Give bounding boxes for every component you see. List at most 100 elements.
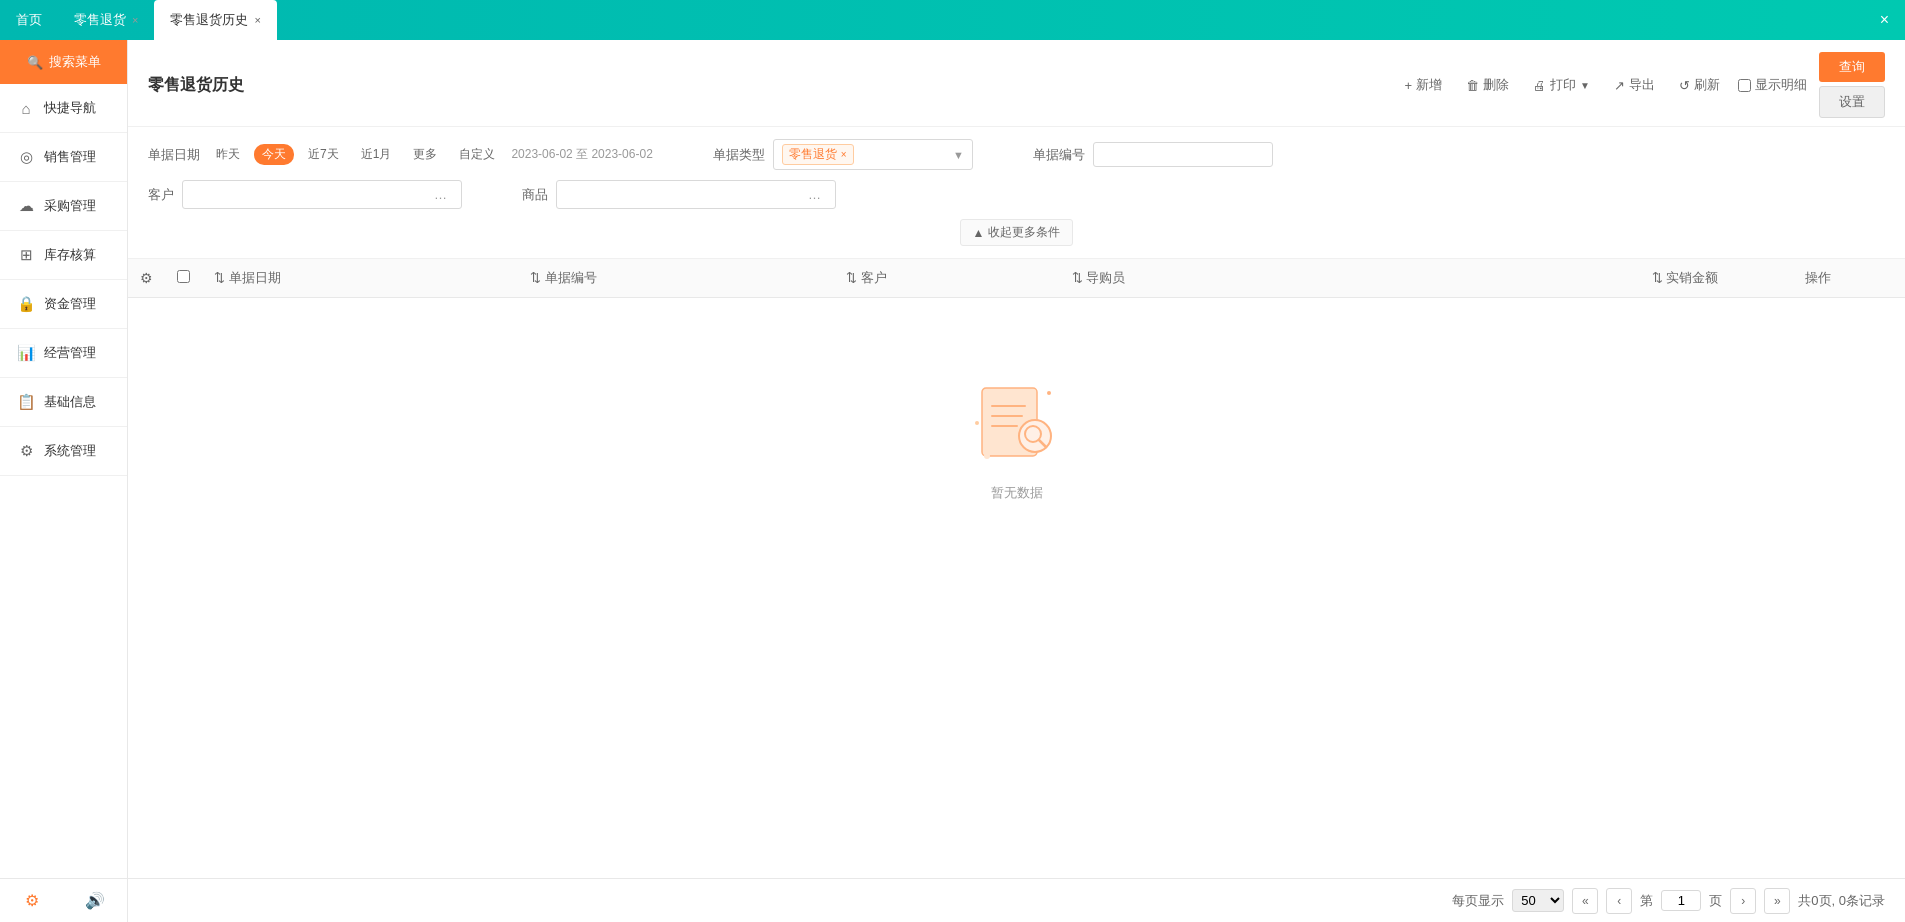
refresh-button[interactable]: ↺ 刷新	[1673, 72, 1726, 98]
page-size-select[interactable]: 20 50 100 200	[1512, 889, 1564, 912]
doc-number-input[interactable]	[1093, 142, 1273, 167]
sidebar-item-purchase-mgmt-label: 采购管理	[44, 197, 96, 215]
new-icon: +	[1405, 78, 1413, 93]
table-col-customer[interactable]: ⇅ 客户	[834, 259, 1059, 298]
refresh-icon: ↺	[1679, 78, 1690, 93]
volume-icon: 🔊	[85, 891, 105, 910]
date-pill-last-month[interactable]: 近1月	[353, 144, 400, 165]
tab-retail-return-history[interactable]: 零售退货历史 ×	[154, 0, 276, 40]
page-prev-button[interactable]: ‹	[1606, 888, 1632, 914]
settings-button[interactable]: 设置	[1819, 86, 1885, 118]
sidebar-item-basic-info[interactable]: 📋 基础信息	[0, 378, 127, 427]
sidebar-item-purchase-mgmt[interactable]: ☁ 采购管理	[0, 182, 127, 231]
page-next-button[interactable]: ›	[1730, 888, 1756, 914]
table-col-number[interactable]: ⇅ 单据编号	[518, 259, 834, 298]
filter-date: 单据日期 昨天 今天 近7天 近1月 更多 自定义 2023-06-02 至 2…	[148, 144, 653, 165]
customer-ellipsis-button[interactable]: …	[428, 185, 453, 204]
system-icon: ⚙	[16, 441, 36, 461]
page-label-after: 页	[1709, 892, 1722, 910]
inventory-icon: ⊞	[16, 245, 36, 265]
purchase-icon: ☁	[16, 196, 36, 216]
toolbar: + 新增 🗑 删除 🖨 打印 ▼ ↗ 导出 ↺ 刷新	[1399, 52, 1886, 118]
sidebar-settings-button[interactable]: ⚙	[0, 879, 64, 922]
filter-row-1: 单据日期 昨天 今天 近7天 近1月 更多 自定义 2023-06-02 至 2…	[148, 139, 1885, 170]
table-col-spacer	[1331, 259, 1415, 298]
page-input[interactable]	[1661, 890, 1701, 911]
table-col-amount-label: ⇅ 实销金额	[1652, 270, 1719, 285]
sidebar-search[interactable]: 🔍 搜索菜单	[0, 40, 127, 84]
new-button[interactable]: + 新增	[1399, 72, 1449, 98]
tab-retail-return-history-label: 零售退货历史	[170, 11, 248, 29]
window-close-button[interactable]: ×	[1880, 11, 1889, 29]
tab-retail-return[interactable]: 零售退货 ×	[58, 0, 154, 40]
sidebar-item-inventory-calc-label: 库存核算	[44, 246, 96, 264]
date-pill-custom[interactable]: 自定义	[451, 144, 503, 165]
top-bar: 首页 零售退货 × 零售退货历史 × ×	[0, 0, 1905, 40]
doc-type-tag: 零售退货 ×	[782, 144, 854, 165]
pagination-bar: 每页显示 20 50 100 200 « ‹ 第 页 › » 共0页, 0条记录	[128, 878, 1905, 922]
doc-type-tag-close[interactable]: ×	[841, 149, 847, 160]
date-pill-today[interactable]: 今天	[254, 144, 294, 165]
table-col-amount[interactable]: ⇅ 实销金额	[1414, 259, 1730, 298]
sidebar-item-sales-mgmt[interactable]: ◎ 销售管理	[0, 133, 127, 182]
customer-filter-label: 客户	[148, 186, 174, 204]
sidebar-item-quick-nav[interactable]: ⌂ 快捷导航	[0, 84, 127, 133]
show-detail-checkbox[interactable]	[1738, 79, 1751, 92]
print-icon: 🖨	[1533, 78, 1546, 93]
product-ellipsis-button[interactable]: …	[802, 185, 827, 204]
right-actions: 查询 设置	[1819, 52, 1885, 118]
table-col-action: 操作	[1731, 259, 1906, 298]
table-col-number-label: ⇅ 单据编号	[530, 270, 597, 285]
page-last-button[interactable]: »	[1764, 888, 1790, 914]
table-col-customer-label: ⇅ 客户	[846, 270, 887, 285]
search-icon: 🔍	[27, 55, 43, 70]
tab-home[interactable]: 首页	[0, 0, 58, 40]
page-title: 零售退货历史	[148, 75, 244, 96]
sidebar-item-system-mgmt[interactable]: ⚙ 系统管理	[0, 427, 127, 476]
main-content: 零售退货历史 + 新增 🗑 删除 🖨 打印 ▼ ↗ 导出	[128, 40, 1905, 922]
date-pill-yesterday[interactable]: 昨天	[208, 144, 248, 165]
sidebar-volume-button[interactable]: 🔊	[64, 879, 128, 922]
date-pill-last7[interactable]: 近7天	[300, 144, 347, 165]
collapse-button[interactable]: ▲ 收起更多条件	[960, 219, 1074, 246]
collapse-label: 收起更多条件	[988, 224, 1060, 241]
settings-gear-icon: ⚙	[25, 891, 39, 910]
tab-home-label: 首页	[16, 11, 42, 29]
page-size-label: 每页显示	[1452, 892, 1504, 910]
sidebar-item-capital-mgmt[interactable]: 🔒 资金管理	[0, 280, 127, 329]
table-settings-icon[interactable]: ⚙	[140, 270, 153, 286]
sidebar-item-system-mgmt-label: 系统管理	[44, 442, 96, 460]
doc-type-value: 零售退货	[789, 146, 837, 163]
operation-icon: 📊	[16, 343, 36, 363]
delete-label: 删除	[1483, 76, 1509, 94]
tab-retail-return-history-close[interactable]: ×	[254, 14, 260, 26]
table-col-guide[interactable]: ⇅ 导购员	[1060, 259, 1331, 298]
home-icon: ⌂	[16, 98, 36, 118]
tab-retail-return-close[interactable]: ×	[132, 14, 138, 26]
page-first-button[interactable]: «	[1572, 888, 1598, 914]
main-layout: 🔍 搜索菜单 ⌂ 快捷导航 ◎ 销售管理 ☁ 采购管理 ⊞ 库存核算 🔒 资金	[0, 40, 1905, 922]
table-select-all-checkbox[interactable]	[177, 270, 190, 283]
print-button[interactable]: 🖨 打印 ▼	[1527, 72, 1596, 98]
date-range-display: 2023-06-02 至 2023-06-02	[511, 146, 652, 163]
new-label: 新增	[1416, 76, 1442, 94]
date-pills: 昨天 今天 近7天 近1月 更多 自定义	[208, 144, 503, 165]
sidebar-item-quick-nav-label: 快捷导航	[44, 99, 96, 117]
export-button[interactable]: ↗ 导出	[1608, 72, 1661, 98]
filter-doc-number: 单据编号	[1033, 142, 1273, 167]
table-col-date[interactable]: ⇅ 单据日期	[202, 259, 518, 298]
filter-doc-type: 单据类型 零售退货 × ▼	[713, 139, 973, 170]
sidebar-bottom: ⚙ 🔊	[0, 878, 127, 922]
page-header: 零售退货历史 + 新增 🗑 删除 🖨 打印 ▼ ↗ 导出	[128, 40, 1905, 127]
empty-icon	[967, 378, 1067, 468]
doc-number-filter-label: 单据编号	[1033, 146, 1085, 164]
delete-button[interactable]: 🗑 删除	[1460, 72, 1515, 98]
doc-type-selector[interactable]: 零售退货 × ▼	[773, 139, 973, 170]
sidebar-item-inventory-calc[interactable]: ⊞ 库存核算	[0, 231, 127, 280]
collapse-icon: ▲	[973, 226, 985, 240]
delete-icon: 🗑	[1466, 78, 1479, 93]
date-pill-more[interactable]: 更多	[405, 144, 445, 165]
query-button[interactable]: 查询	[1819, 52, 1885, 82]
show-detail-checkbox-label[interactable]: 显示明细	[1738, 76, 1807, 94]
sidebar-item-operation-mgmt[interactable]: 📊 经营管理	[0, 329, 127, 378]
